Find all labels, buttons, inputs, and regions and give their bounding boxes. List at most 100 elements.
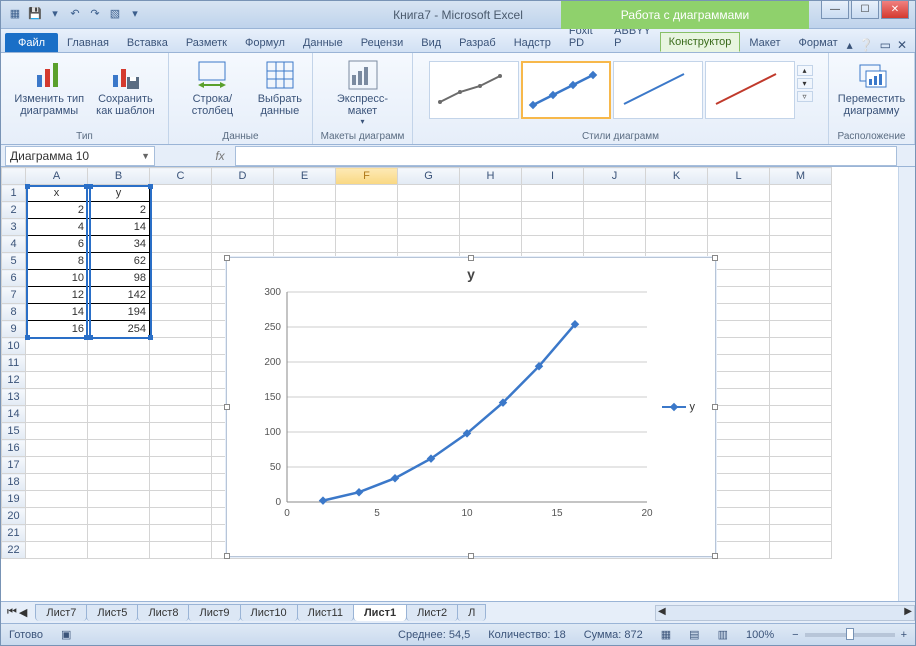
tab-review[interactable]: Рецензи (352, 33, 413, 52)
cell-D1[interactable] (212, 185, 274, 202)
row-header-21[interactable]: 21 (2, 525, 26, 542)
cell-M11[interactable] (770, 355, 832, 372)
row-header-20[interactable]: 20 (2, 508, 26, 525)
cell-B1[interactable]: y (88, 185, 150, 202)
col-header-F[interactable]: F (336, 168, 398, 185)
cell-J4[interactable] (584, 236, 646, 253)
zoom-level[interactable]: 100% (746, 629, 774, 641)
move-chart-button[interactable]: Переместить диаграмму (834, 57, 909, 119)
cell-C9[interactable] (150, 321, 212, 338)
sheet-tab-Лист11[interactable]: Лист11 (297, 604, 354, 621)
cell-B2[interactable]: 2 (88, 202, 150, 219)
cell-M14[interactable] (770, 406, 832, 423)
cell-A20[interactable] (26, 508, 88, 525)
cell-L8[interactable] (708, 304, 770, 321)
cell-F2[interactable] (336, 202, 398, 219)
cell-M17[interactable] (770, 457, 832, 474)
col-header-B[interactable]: B (88, 168, 150, 185)
cell-B3[interactable]: 14 (88, 219, 150, 236)
cell-L10[interactable] (708, 338, 770, 355)
cell-A1[interactable]: x (26, 185, 88, 202)
cell-B14[interactable] (88, 406, 150, 423)
chart-handle[interactable] (468, 255, 474, 261)
cell-G3[interactable] (398, 219, 460, 236)
cell-M15[interactable] (770, 423, 832, 440)
cell-M7[interactable] (770, 287, 832, 304)
cell-C4[interactable] (150, 236, 212, 253)
cell-C18[interactable] (150, 474, 212, 491)
sheet-tab-Лист8[interactable]: Лист8 (137, 604, 189, 621)
chart-object[interactable]: y 05010015020025030005101520 y (226, 257, 716, 557)
col-header-C[interactable]: C (150, 168, 212, 185)
cell-L2[interactable] (708, 202, 770, 219)
restore-workbook-icon[interactable]: ▭ (880, 38, 891, 52)
cell-H3[interactable] (460, 219, 522, 236)
cell-L20[interactable] (708, 508, 770, 525)
cell-C6[interactable] (150, 270, 212, 287)
cell-L16[interactable] (708, 440, 770, 457)
formula-input[interactable] (235, 146, 897, 166)
sheet-tab-Лист1[interactable]: Лист1 (353, 604, 407, 621)
cell-C1[interactable] (150, 185, 212, 202)
chart-plot-area[interactable]: 05010015020025030005101520 (237, 282, 657, 532)
cell-M6[interactable] (770, 270, 832, 287)
cell-C13[interactable] (150, 389, 212, 406)
cell-B6[interactable]: 98 (88, 270, 150, 287)
tab-formulas[interactable]: Формул (236, 33, 294, 52)
cell-C20[interactable] (150, 508, 212, 525)
cell-M16[interactable] (770, 440, 832, 457)
view-pagebreak-icon[interactable]: ▥ (718, 628, 728, 641)
cell-C3[interactable] (150, 219, 212, 236)
row-header-5[interactable]: 5 (2, 253, 26, 270)
row-header-17[interactable]: 17 (2, 457, 26, 474)
cell-B15[interactable] (88, 423, 150, 440)
name-box-dropdown-icon[interactable]: ▼ (141, 151, 150, 161)
express-layout-button[interactable]: Экспресс-макет ▾ (319, 57, 406, 128)
chart-style-2[interactable] (521, 61, 611, 119)
cell-H4[interactable] (460, 236, 522, 253)
cell-H2[interactable] (460, 202, 522, 219)
row-header-22[interactable]: 22 (2, 542, 26, 559)
col-header-J[interactable]: J (584, 168, 646, 185)
cell-M18[interactable] (770, 474, 832, 491)
vertical-scrollbar[interactable] (898, 167, 915, 601)
chart-handle[interactable] (712, 404, 718, 410)
row-header-19[interactable]: 19 (2, 491, 26, 508)
row-header-8[interactable]: 8 (2, 304, 26, 321)
cell-A18[interactable] (26, 474, 88, 491)
cell-M22[interactable] (770, 542, 832, 559)
cell-M9[interactable] (770, 321, 832, 338)
help-icon[interactable]: ❔ (859, 38, 874, 52)
cell-E2[interactable] (274, 202, 336, 219)
cell-L9[interactable] (708, 321, 770, 338)
cell-C21[interactable] (150, 525, 212, 542)
cell-L3[interactable] (708, 219, 770, 236)
view-normal-icon[interactable]: ▦ (661, 628, 671, 641)
cell-A9[interactable]: 16 (26, 321, 88, 338)
cell-L12[interactable] (708, 372, 770, 389)
cell-A12[interactable] (26, 372, 88, 389)
gallery-down-icon[interactable]: ▾ (797, 78, 813, 89)
tab-chart-format[interactable]: Формат (790, 33, 847, 52)
col-header-L[interactable]: L (708, 168, 770, 185)
cell-L6[interactable] (708, 270, 770, 287)
sheet-nav-prev-icon[interactable]: ◀ (19, 606, 27, 619)
cell-B10[interactable] (88, 338, 150, 355)
cell-H1[interactable] (460, 185, 522, 202)
cell-M13[interactable] (770, 389, 832, 406)
tab-data[interactable]: Данные (294, 33, 352, 52)
col-header-A[interactable]: A (26, 168, 88, 185)
cell-A15[interactable] (26, 423, 88, 440)
qat-more-icon[interactable]: ▧ (107, 5, 123, 21)
cell-E4[interactable] (274, 236, 336, 253)
cell-J2[interactable] (584, 202, 646, 219)
cell-A8[interactable]: 14 (26, 304, 88, 321)
cell-L17[interactable] (708, 457, 770, 474)
chart-handle[interactable] (468, 553, 474, 559)
cell-A10[interactable] (26, 338, 88, 355)
select-data-button[interactable]: Выбрать данные (254, 57, 306, 119)
minimize-button[interactable]: — (821, 1, 849, 19)
cell-A17[interactable] (26, 457, 88, 474)
tab-pagelayout[interactable]: Разметк (177, 33, 236, 52)
chart-handle[interactable] (224, 553, 230, 559)
